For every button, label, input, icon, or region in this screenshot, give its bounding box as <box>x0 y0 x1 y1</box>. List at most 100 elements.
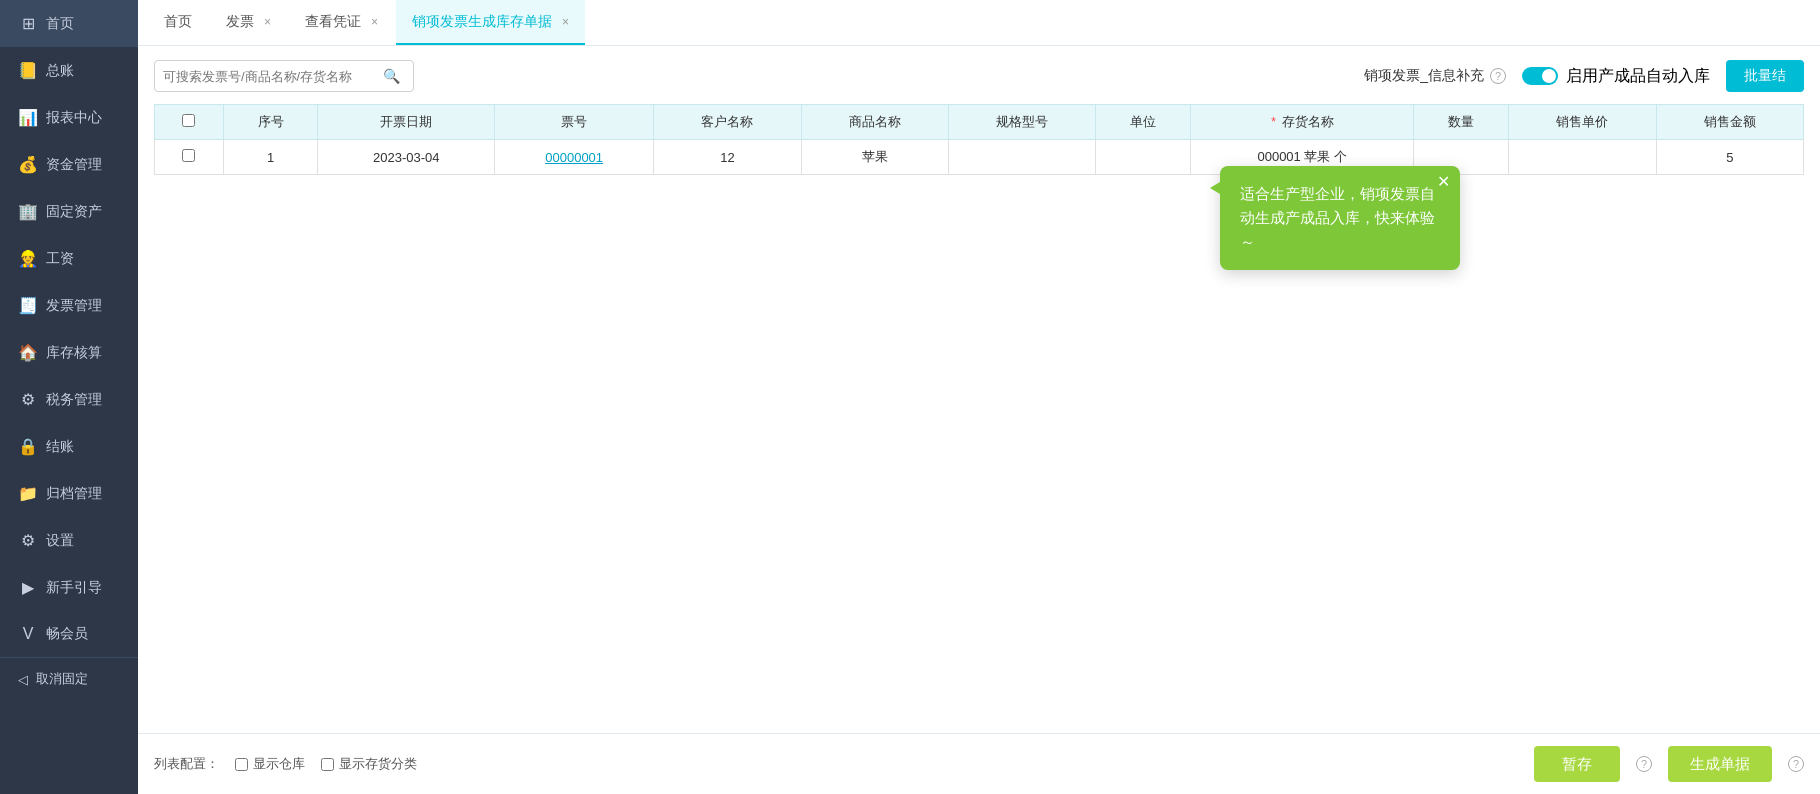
row-unit <box>1096 140 1191 175</box>
save-button[interactable]: 暂存 <box>1534 746 1620 782</box>
row-amount: 5 <box>1656 140 1803 175</box>
sidebar-item-label: 设置 <box>46 532 74 550</box>
pin-label: 取消固定 <box>36 670 88 688</box>
home-icon: ⊞ <box>18 14 38 33</box>
col-checkbox <box>155 105 224 140</box>
report-icon: 📊 <box>18 108 38 127</box>
main-area: 首页 发票 × 查看凭证 × 销项发票生成库存单据 × 🔍 销项发票_信息补充 … <box>138 0 1820 794</box>
ledger-icon: 📒 <box>18 61 38 80</box>
info-help-icon[interactable]: ? <box>1490 68 1506 84</box>
sidebar-item-capital[interactable]: 💰 资金管理 <box>0 141 138 188</box>
sidebar-item-label: 工资 <box>46 250 74 268</box>
archive-icon: 📁 <box>18 484 38 503</box>
sidebar-item-label: 新手引导 <box>46 579 102 597</box>
content-area: 🔍 销项发票_信息补充 ? 启用产成品自动入库 批量结 序号 <box>138 46 1820 733</box>
sidebar-item-home[interactable]: ⊞ 首页 <box>0 0 138 47</box>
sidebar-item-label: 畅会员 <box>46 625 88 643</box>
vip-icon: V <box>18 625 38 643</box>
sidebar-item-inventory[interactable]: 🏠 库存核算 <box>0 329 138 376</box>
bottom-actions: 暂存 ? 生成单据 ? <box>1534 746 1804 782</box>
sidebar-item-report[interactable]: 📊 报表中心 <box>0 94 138 141</box>
col-spec: 规格型号 <box>948 105 1095 140</box>
tooltip-close-button[interactable]: ✕ <box>1437 174 1450 190</box>
col-invoice-no: 票号 <box>495 105 654 140</box>
show-inventory-category-checkbox-item[interactable]: 显示存货分类 <box>321 755 417 773</box>
settings-icon: ⚙ <box>18 531 38 550</box>
sidebar-item-guide[interactable]: ▶ 新手引导 <box>0 564 138 611</box>
row-date: 2023-03-04 <box>318 140 495 175</box>
row-checkbox[interactable] <box>182 149 195 162</box>
row-customer: 12 <box>654 140 801 175</box>
sidebar-item-label: 固定资产 <box>46 203 102 221</box>
sidebar-pin-toggle[interactable]: ◁ 取消固定 <box>0 657 138 700</box>
show-inventory-category-checkbox[interactable] <box>321 758 334 771</box>
list-config-label: 列表配置： <box>154 755 219 773</box>
info-label-text: 销项发票_信息补充 <box>1364 67 1484 85</box>
sidebar-item-label: 结账 <box>46 438 74 456</box>
sidebar-item-label: 税务管理 <box>46 391 102 409</box>
batch-button[interactable]: 批量结 <box>1726 60 1804 92</box>
col-inventory-name: * 存货名称 <box>1191 105 1414 140</box>
sidebar-item-ledger[interactable]: 📒 总账 <box>0 47 138 94</box>
show-warehouse-checkbox-item[interactable]: 显示仓库 <box>235 755 305 773</box>
tab-bar: 首页 发票 × 查看凭证 × 销项发票生成库存单据 × <box>138 0 1820 46</box>
search-input[interactable] <box>163 69 383 84</box>
tab-cancel-invoice-close[interactable]: × <box>562 15 569 29</box>
tab-invoice-close[interactable]: × <box>264 15 271 29</box>
save-help-icon[interactable]: ? <box>1636 756 1652 772</box>
sidebar-item-label: 首页 <box>46 15 74 33</box>
select-all-checkbox[interactable] <box>182 114 195 127</box>
tax-icon: ⚙ <box>18 390 38 409</box>
sidebar-item-label: 报表中心 <box>46 109 102 127</box>
sidebar-item-vip[interactable]: V 畅会员 <box>0 611 138 657</box>
inventory-icon: 🏠 <box>18 343 38 362</box>
gen-voucher-button[interactable]: 生成单据 <box>1668 746 1772 782</box>
info-label: 销项发票_信息补充 ? <box>1364 67 1506 85</box>
fixed-asset-icon: 🏢 <box>18 202 38 221</box>
close-ledger-icon: 🔒 <box>18 437 38 456</box>
payroll-icon: 👷 <box>18 249 38 268</box>
toolbar-row: 🔍 销项发票_信息补充 ? 启用产成品自动入库 批量结 <box>154 60 1804 92</box>
tab-invoice-label: 发票 <box>226 13 254 31</box>
table-row: 1 2023-03-04 00000001 12 苹果 000001 苹果 个 … <box>155 140 1804 175</box>
tooltip-popup: ✕ 适合生产型企业，销项发票自动生成产成品入库，快来体验～ <box>1220 166 1460 270</box>
col-unit-price: 销售单价 <box>1509 105 1656 140</box>
search-icon: 🔍 <box>383 68 400 84</box>
sidebar-item-archive[interactable]: 📁 归档管理 <box>0 470 138 517</box>
gen-help-icon[interactable]: ? <box>1788 756 1804 772</box>
col-product: 商品名称 <box>801 105 948 140</box>
sidebar: ⊞ 首页 📒 总账 📊 报表中心 💰 资金管理 🏢 固定资产 👷 工资 🧾 发票… <box>0 0 138 794</box>
row-spec <box>948 140 1095 175</box>
data-table: 序号 开票日期 票号 客户名称 商品名称 规格型号 单位 * 存货名称 数量 销… <box>154 104 1804 175</box>
col-date: 开票日期 <box>318 105 495 140</box>
tab-view-voucher[interactable]: 查看凭证 × <box>289 0 394 45</box>
show-warehouse-label: 显示仓库 <box>253 755 305 773</box>
auto-storage-toggle[interactable] <box>1522 67 1558 85</box>
col-amount: 销售金额 <box>1656 105 1803 140</box>
show-inventory-category-label: 显示存货分类 <box>339 755 417 773</box>
tab-cancel-invoice[interactable]: 销项发票生成库存单据 × <box>396 0 585 45</box>
col-unit: 单位 <box>1096 105 1191 140</box>
tab-cancel-invoice-label: 销项发票生成库存单据 <box>412 13 552 31</box>
sidebar-item-payroll[interactable]: 👷 工资 <box>0 235 138 282</box>
sidebar-item-label: 总账 <box>46 62 74 80</box>
tab-invoice[interactable]: 发票 × <box>210 0 287 45</box>
row-invoice-no[interactable]: 00000001 <box>495 140 654 175</box>
toggle-label: 启用产成品自动入库 <box>1566 66 1710 87</box>
sidebar-item-label: 归档管理 <box>46 485 102 503</box>
sidebar-item-settings[interactable]: ⚙ 设置 <box>0 517 138 564</box>
search-wrap[interactable]: 🔍 <box>154 60 414 92</box>
sidebar-item-fixed-asset[interactable]: 🏢 固定资产 <box>0 188 138 235</box>
toolbar-right: 销项发票_信息补充 ? 启用产成品自动入库 批量结 <box>1364 60 1804 92</box>
row-product: 苹果 <box>801 140 948 175</box>
show-warehouse-checkbox[interactable] <box>235 758 248 771</box>
sidebar-item-invoice-mgmt[interactable]: 🧾 发票管理 <box>0 282 138 329</box>
list-config: 列表配置： 显示仓库 显示存货分类 <box>154 755 417 773</box>
sidebar-item-tax[interactable]: ⚙ 税务管理 <box>0 376 138 423</box>
row-checkbox-cell <box>155 140 224 175</box>
col-seq: 序号 <box>223 105 318 140</box>
tab-view-voucher-close[interactable]: × <box>371 15 378 29</box>
tab-home[interactable]: 首页 <box>148 0 208 45</box>
sidebar-item-close[interactable]: 🔒 结账 <box>0 423 138 470</box>
toggle-wrap: 启用产成品自动入库 <box>1522 66 1710 87</box>
